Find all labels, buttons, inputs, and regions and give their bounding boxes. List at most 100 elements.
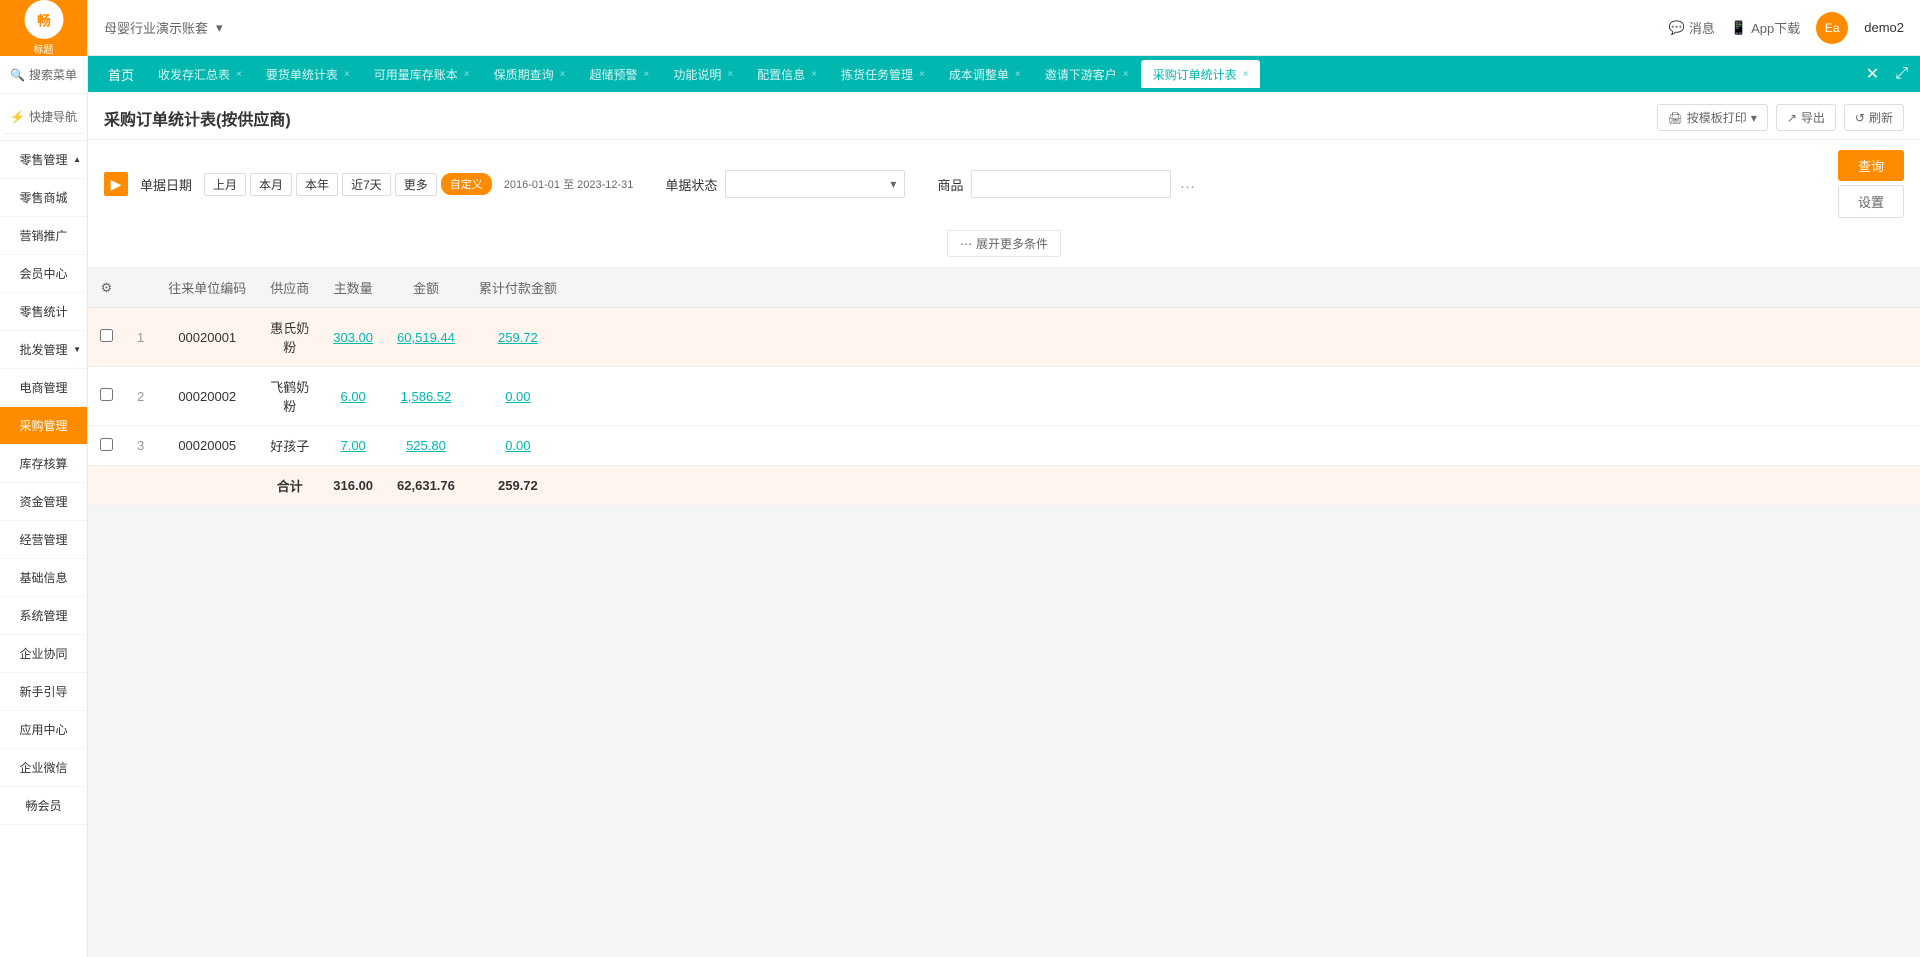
tab-pzsxx[interactable]: 配置信息 × — [745, 60, 829, 88]
filter-status-label: 单据状态 — [665, 175, 717, 194]
filter-goods-wrap: 商品 … — [937, 170, 1195, 198]
search-menu-button[interactable]: 🔍 搜索菜单 — [4, 62, 83, 87]
tab-pzsxx-label: 配置信息 — [757, 66, 805, 83]
tab-gnms[interactable]: 功能说明 × — [661, 60, 745, 88]
tab-kylkzb[interactable]: 可用量库存账本 × — [362, 60, 482, 88]
filter-status-select[interactable]: ▾ — [725, 170, 905, 198]
settings-button[interactable]: 设置 — [1838, 185, 1904, 218]
sidebar-item-ecommerce[interactable]: 电商管理 — [0, 369, 87, 407]
cell-amount[interactable]: 525.80 — [385, 426, 467, 466]
sidebar-item-operation[interactable]: 经营管理 — [0, 521, 87, 559]
tab-bqxcx[interactable]: 保质期查询 × — [482, 60, 578, 88]
tab-close-all-btn[interactable]: ✕ — [1862, 64, 1883, 84]
tab-yfphj-close[interactable]: × — [344, 69, 350, 80]
cell-paid[interactable]: 0.00 — [467, 367, 569, 426]
cell-quantity[interactable]: 7.00 — [321, 426, 385, 466]
sidebar-item-retail-shop[interactable]: 零售商城 — [0, 179, 87, 217]
filter-toggle-btn[interactable]: ▶ — [104, 172, 128, 196]
tab-home[interactable]: 首页 — [96, 60, 146, 88]
row-checkbox[interactable] — [100, 388, 113, 401]
tab-bqxcx-close[interactable]: × — [560, 69, 566, 80]
sidebar-item-member[interactable]: 会员中心 — [0, 255, 87, 293]
tab-cgddtj[interactable]: 采购订单统计表 × — [1141, 60, 1261, 88]
sidebar-item-guide[interactable]: 新手引导 — [0, 673, 87, 711]
cell-paid[interactable]: 259.72 — [467, 308, 569, 367]
filter-date-7days[interactable]: 近7天 — [342, 173, 391, 196]
tab-shfd-close[interactable]: × — [236, 69, 242, 80]
tab-cgddtj-label: 采购订单统计表 — [1153, 66, 1237, 83]
sidebar-item-wechat[interactable]: 企业微信 — [0, 749, 87, 787]
filter-date-this-month[interactable]: 本月 — [250, 173, 292, 196]
tab-maximize-btn[interactable]: ⤢ — [1891, 65, 1912, 83]
tab-cgddtj-close[interactable]: × — [1243, 69, 1249, 80]
sidebar-item-basic[interactable]: 基础信息 — [0, 559, 87, 597]
sidebar-item-wholesale[interactable]: 批发管理 — [0, 331, 87, 369]
row-checkbox[interactable] — [100, 438, 113, 451]
filter-date-more[interactable]: 更多 — [395, 173, 437, 196]
sidebar-item-marketing-label: 营销推广 — [19, 227, 67, 244]
cell-quantity[interactable]: 6.00 — [321, 367, 385, 426]
main-content: 母婴行业演示账套 ▾ 💬 消息 📱 App下载 Ea demo2 首页 收发存汇… — [88, 0, 1920, 957]
tab-kylkzb-close[interactable]: × — [464, 69, 470, 80]
sidebar-item-vip[interactable]: 畅会员 — [0, 787, 87, 825]
tab-pzsxx-close[interactable]: × — [811, 69, 817, 80]
topbar-avatar[interactable]: Ea — [1816, 12, 1848, 44]
topbar-username[interactable]: demo2 — [1864, 20, 1904, 35]
row-checkbox[interactable] — [100, 329, 113, 342]
tab-phwgrw-close[interactable]: × — [919, 69, 925, 80]
table-row: 1 00020001 惠氏奶粉 303.00 60,519.44 259.72 — [88, 308, 1920, 367]
tab-cchyj-close[interactable]: × — [643, 69, 649, 80]
query-button[interactable]: 查询 — [1838, 150, 1904, 181]
filter-date-last-month[interactable]: 上月 — [204, 173, 246, 196]
refresh-icon: ↺ — [1855, 111, 1865, 125]
filter-goods-input[interactable] — [971, 170, 1171, 198]
sidebar-item-retail-shop-label: 零售商城 — [19, 189, 67, 206]
tab-yfphj-label: 要货单统计表 — [266, 66, 338, 83]
export-button[interactable]: ↗ 导出 — [1776, 104, 1836, 131]
sidebar-item-ecommerce-label: 电商管理 — [19, 379, 67, 396]
template-print-button[interactable]: 🖨 按模板打印 ▾ — [1657, 104, 1768, 131]
sidebar-item-operation-label: 经营管理 — [19, 531, 67, 548]
cell-amount[interactable]: 60,519.44 — [385, 308, 467, 367]
tab-gnms-close[interactable]: × — [727, 69, 733, 80]
tab-cbtj-close[interactable]: × — [1015, 69, 1021, 80]
app-icon: 📱 — [1731, 20, 1747, 36]
topbar-app-download-btn[interactable]: 📱 App下载 — [1731, 18, 1800, 37]
filter-date-range: 2016-01-01 至 2023-12-31 — [504, 176, 634, 192]
sidebar-item-appcenter[interactable]: 应用中心 — [0, 711, 87, 749]
tab-yqxyhk[interactable]: 邀请下游客户 × — [1033, 60, 1141, 88]
topbar-dropdown-icon[interactable]: ▾ — [216, 20, 223, 36]
expand-more-btn[interactable]: ⋯ 展开更多条件 — [947, 230, 1061, 257]
cell-paid[interactable]: 0.00 — [467, 426, 569, 466]
cell-check[interactable] — [88, 426, 125, 466]
sidebar-item-system[interactable]: 系统管理 — [0, 597, 87, 635]
quick-nav-button[interactable]: ⚡ 快捷导航 — [4, 100, 83, 134]
tab-cbtj[interactable]: 成本调整单 × — [937, 60, 1033, 88]
cell-check[interactable] — [88, 367, 125, 426]
sidebar-item-purchase-label: 采购管理 — [19, 417, 67, 434]
tab-cchyj[interactable]: 超储预警 × — [577, 60, 661, 88]
th-settings[interactable]: ⚙ — [88, 268, 125, 308]
sidebar-item-inventory[interactable]: 库存核算 — [0, 445, 87, 483]
tab-yfphj[interactable]: 要货单统计表 × — [254, 60, 362, 88]
sidebar-item-retail-stat[interactable]: 零售统计 — [0, 293, 87, 331]
sidebar-item-retail-group[interactable]: 零售管理 — [0, 141, 87, 179]
filter-date-this-year[interactable]: 本年 — [296, 173, 338, 196]
goods-more-icon[interactable]: … — [1179, 175, 1195, 193]
cell-amount[interactable]: 1,586.52 — [385, 367, 467, 426]
sidebar-item-purchase[interactable]: 采购管理 — [0, 407, 87, 445]
sidebar-item-cooperation[interactable]: 企业协同 — [0, 635, 87, 673]
tab-shfd[interactable]: 收发存汇总表 × — [146, 60, 254, 88]
topbar-message-btn[interactable]: 💬 消息 — [1669, 18, 1715, 37]
page: 采购订单统计表(按供应商) 🖨 按模板打印 ▾ ↗ 导出 ↺ 刷新 — [88, 92, 1920, 957]
cell-quantity[interactable]: 303.00 — [321, 308, 385, 367]
refresh-button[interactable]: ↺ 刷新 — [1844, 104, 1904, 131]
tab-phwgrw[interactable]: 拣货任务管理 × — [829, 60, 937, 88]
sidebar-item-finance[interactable]: 资金管理 — [0, 483, 87, 521]
cell-check[interactable] — [88, 308, 125, 367]
print-dropdown-icon[interactable]: ▾ — [1751, 111, 1757, 125]
sidebar-item-marketing[interactable]: 营销推广 — [0, 217, 87, 255]
table-wrap: ⚙ 往来单位编码 供应商 主数量 — [88, 268, 1920, 506]
tab-yqxyhk-close[interactable]: × — [1123, 69, 1129, 80]
logo: 畅 标题 — [0, 0, 87, 56]
